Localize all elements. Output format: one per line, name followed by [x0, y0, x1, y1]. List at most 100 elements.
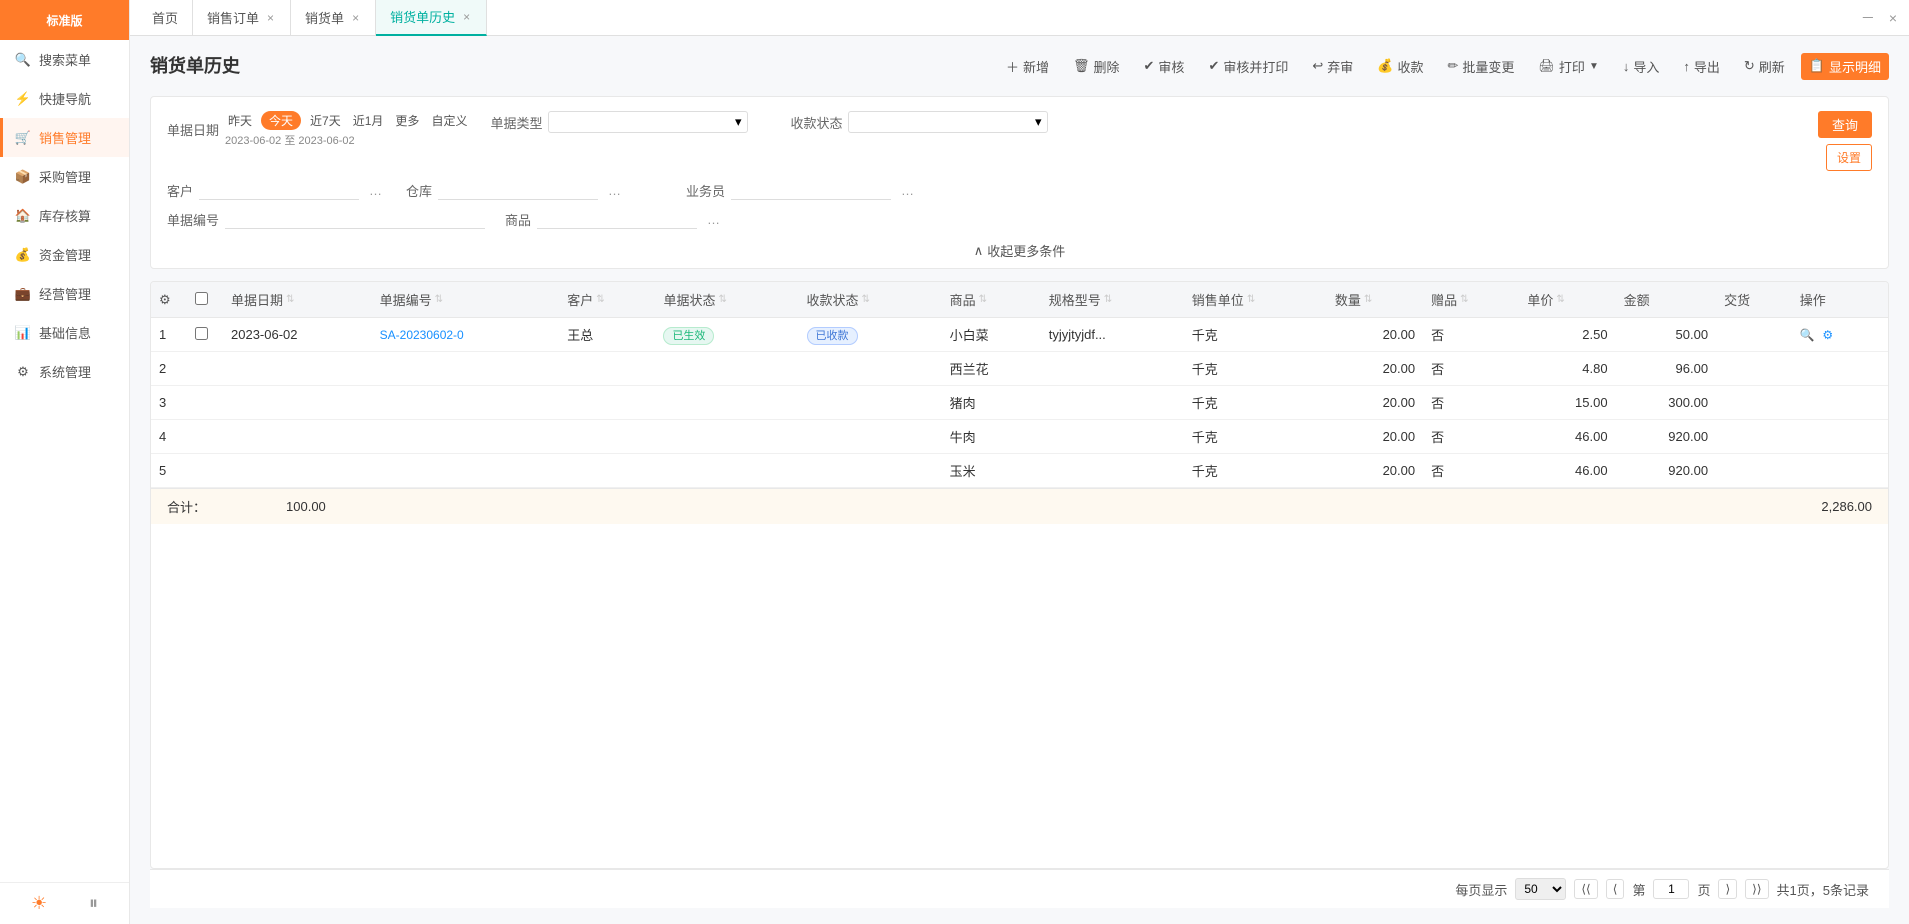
col-unit[interactable]: 销售单位 ⇅ [1184, 282, 1327, 318]
col-spec[interactable]: 规格型号 ⇅ [1041, 282, 1184, 318]
col-product[interactable]: 商品 ⇅ [942, 282, 1041, 318]
prev-page-button[interactable]: ⟨ [1606, 879, 1625, 899]
show-detail-button[interactable]: 📋 显示明细 [1801, 53, 1889, 80]
col-delivery[interactable]: 交货 [1716, 282, 1792, 318]
sidebar-item-basic-info[interactable]: 📊 基础信息 [0, 313, 129, 352]
col-settings[interactable]: ⚙ [151, 282, 187, 318]
collect-button[interactable]: 💰 收款 [1369, 53, 1431, 80]
filter-customer-field: 客户 … [167, 181, 386, 200]
close-sales-order-tab[interactable]: × [265, 11, 276, 25]
sidebar-item-system[interactable]: ⚙ 系统管理 [0, 352, 129, 391]
filter-product-input[interactable] [537, 210, 697, 229]
tab-sales-history[interactable]: 销货单历史 × [376, 0, 487, 36]
filter-doc-type-select[interactable]: ▾ [548, 111, 748, 133]
export-button[interactable]: ↑ 导出 [1675, 53, 1728, 80]
date-btn-custom[interactable]: 自定义 [428, 111, 470, 130]
new-button[interactable]: ＋ 新增 [998, 53, 1057, 80]
date-btn-more[interactable]: 更多 [392, 111, 422, 130]
sidebar-bottom-icon1[interactable]: ☀ [31, 893, 47, 914]
warehouse-ellipsis[interactable]: … [604, 183, 625, 198]
filter-warehouse-input[interactable] [438, 181, 598, 200]
approve-print-button[interactable]: ✔ 审核并打印 [1200, 53, 1296, 80]
minimize-button[interactable]: － [1857, 8, 1879, 28]
col-payment-status[interactable]: 收款状态 ⇅ [799, 282, 942, 318]
filter-docnum-label: 单据编号 [167, 210, 219, 229]
tab-sales-order[interactable]: 销售订单 × [193, 0, 291, 36]
col-date[interactable]: 单据日期 ⇅ [223, 282, 372, 318]
next-page-button[interactable]: ⟩ [1718, 879, 1737, 899]
date-btn-today[interactable]: 今天 [261, 111, 301, 130]
sidebar-item-quicknav[interactable]: ⚡ 快捷导航 [0, 79, 129, 118]
revoke-button[interactable]: ↩ 弃审 [1304, 53, 1361, 80]
batch-change-button[interactable]: ✏ 批量变更 [1439, 53, 1522, 80]
print-icon: 🖨 [1538, 58, 1555, 74]
filter-customer-label: 客户 [167, 181, 193, 200]
product-ellipsis[interactable]: … [703, 212, 724, 227]
filter-docnum-input[interactable] [225, 210, 485, 229]
col-quantity[interactable]: 数量 ⇅ [1327, 282, 1423, 318]
sidebar-item-search[interactable]: 🔍 搜索菜单 [0, 40, 129, 79]
col-gift[interactable]: 赠品 ⇅ [1423, 282, 1519, 318]
tab-home[interactable]: 首页 [138, 0, 193, 36]
sidebar-bottom-icon2[interactable]: ⏸ [89, 893, 98, 914]
customer-ellipsis[interactable]: … [365, 183, 386, 198]
revoke-icon: ↩ [1312, 58, 1323, 74]
close-sales-history-tab[interactable]: × [461, 10, 472, 24]
filter-salesman-input[interactable] [731, 181, 891, 200]
filter-right-buttons: 查询 设置 [1818, 111, 1872, 171]
export-icon: ↑ [1683, 59, 1690, 74]
data-table-wrapper: ⚙ 单据日期 ⇅ 单据编号 ⇅ 客户 ⇅ 单据状态 ⇅ 收款状态 ⇅ 商品 ⇅ … [150, 281, 1889, 869]
sidebar-item-finance[interactable]: 💰 资金管理 [0, 235, 129, 274]
sidebar-logo: 标准版 [0, 0, 129, 40]
col-checkbox[interactable] [187, 282, 223, 318]
filter-doc-type-label: 单据类型 [490, 113, 542, 132]
table-row: 2西兰花千克20.00否4.8096.00 [151, 352, 1888, 386]
sidebar-item-label: 采购管理 [39, 167, 91, 186]
col-price[interactable]: 单价 ⇅ [1519, 282, 1615, 318]
print-button[interactable]: 🖨 打印 ▼ [1530, 53, 1606, 80]
sidebar-item-purchase[interactable]: 📦 采购管理 [0, 157, 129, 196]
cart-icon: 🛒 [15, 130, 31, 146]
sidebar-item-label: 快捷导航 [39, 89, 91, 108]
filter-customer-input[interactable] [199, 181, 359, 200]
delete-button[interactable]: 🗑 删除 [1065, 53, 1128, 80]
approve-button[interactable]: ✔ 审核 [1136, 53, 1193, 80]
page-input[interactable] [1653, 879, 1689, 899]
col-customer[interactable]: 客户 ⇅ [559, 282, 655, 318]
col-doc-status[interactable]: 单据状态 ⇅ [655, 282, 798, 318]
close-window-button[interactable]: × [1885, 10, 1901, 26]
filter-salesman-label: 业务员 [686, 181, 725, 200]
date-btn-1month[interactable]: 近1月 [350, 111, 387, 130]
tab-bar-end: － × [1857, 8, 1901, 28]
last-page-button[interactable]: ⟩⟩ [1745, 879, 1768, 899]
briefcase-icon: 💼 [15, 286, 31, 302]
page-label: 第 [1632, 880, 1645, 899]
tab-bar: 首页 销售订单 × 销货单 × 销货单历史 × － × [130, 0, 1909, 36]
first-page-button[interactable]: ⟨⟨ [1574, 879, 1597, 899]
sidebar-item-label: 库存核算 [39, 206, 91, 225]
doc-no-link[interactable]: SA-20230602-0 [380, 328, 464, 342]
filter-payment-status-select[interactable]: ▾ [848, 111, 1048, 133]
collapse-button[interactable]: ∧ 收起更多条件 [974, 241, 1066, 260]
refresh-button[interactable]: ↻ 刷新 [1736, 53, 1793, 80]
tab-sales-slip[interactable]: 销货单 × [291, 0, 376, 36]
per-page-select[interactable]: 20 50 100 [1515, 878, 1566, 900]
sidebar-item-operations[interactable]: 💼 经营管理 [0, 274, 129, 313]
payment-status-badge: 已收款 [807, 327, 858, 345]
row-action[interactable]: ⚙ [1822, 328, 1833, 342]
date-btn-yesterday[interactable]: 昨天 [225, 111, 255, 130]
delete-icon: 🗑 [1073, 58, 1090, 74]
close-sales-slip-tab[interactable]: × [350, 11, 361, 25]
col-amount[interactable]: 金额 [1616, 282, 1716, 318]
query-button[interactable]: 查询 [1818, 111, 1872, 138]
sidebar-item-inventory[interactable]: 🏠 库存核算 [0, 196, 129, 235]
import-button[interactable]: ↓ 导入 [1615, 53, 1668, 80]
date-btn-7days[interactable]: 近7天 [307, 111, 344, 130]
sidebar-item-sales[interactable]: 🛒 销售管理 [0, 118, 129, 157]
col-docno[interactable]: 单据编号 ⇅ [372, 282, 560, 318]
filter-warehouse-field: 仓库 … [406, 181, 666, 200]
filter-payment-status-field: 收款状态 ▾ [790, 111, 1070, 133]
salesman-ellipsis[interactable]: … [897, 183, 918, 198]
row-action[interactable]: 🔍 [1800, 328, 1815, 342]
settings-button[interactable]: 设置 [1826, 144, 1872, 171]
